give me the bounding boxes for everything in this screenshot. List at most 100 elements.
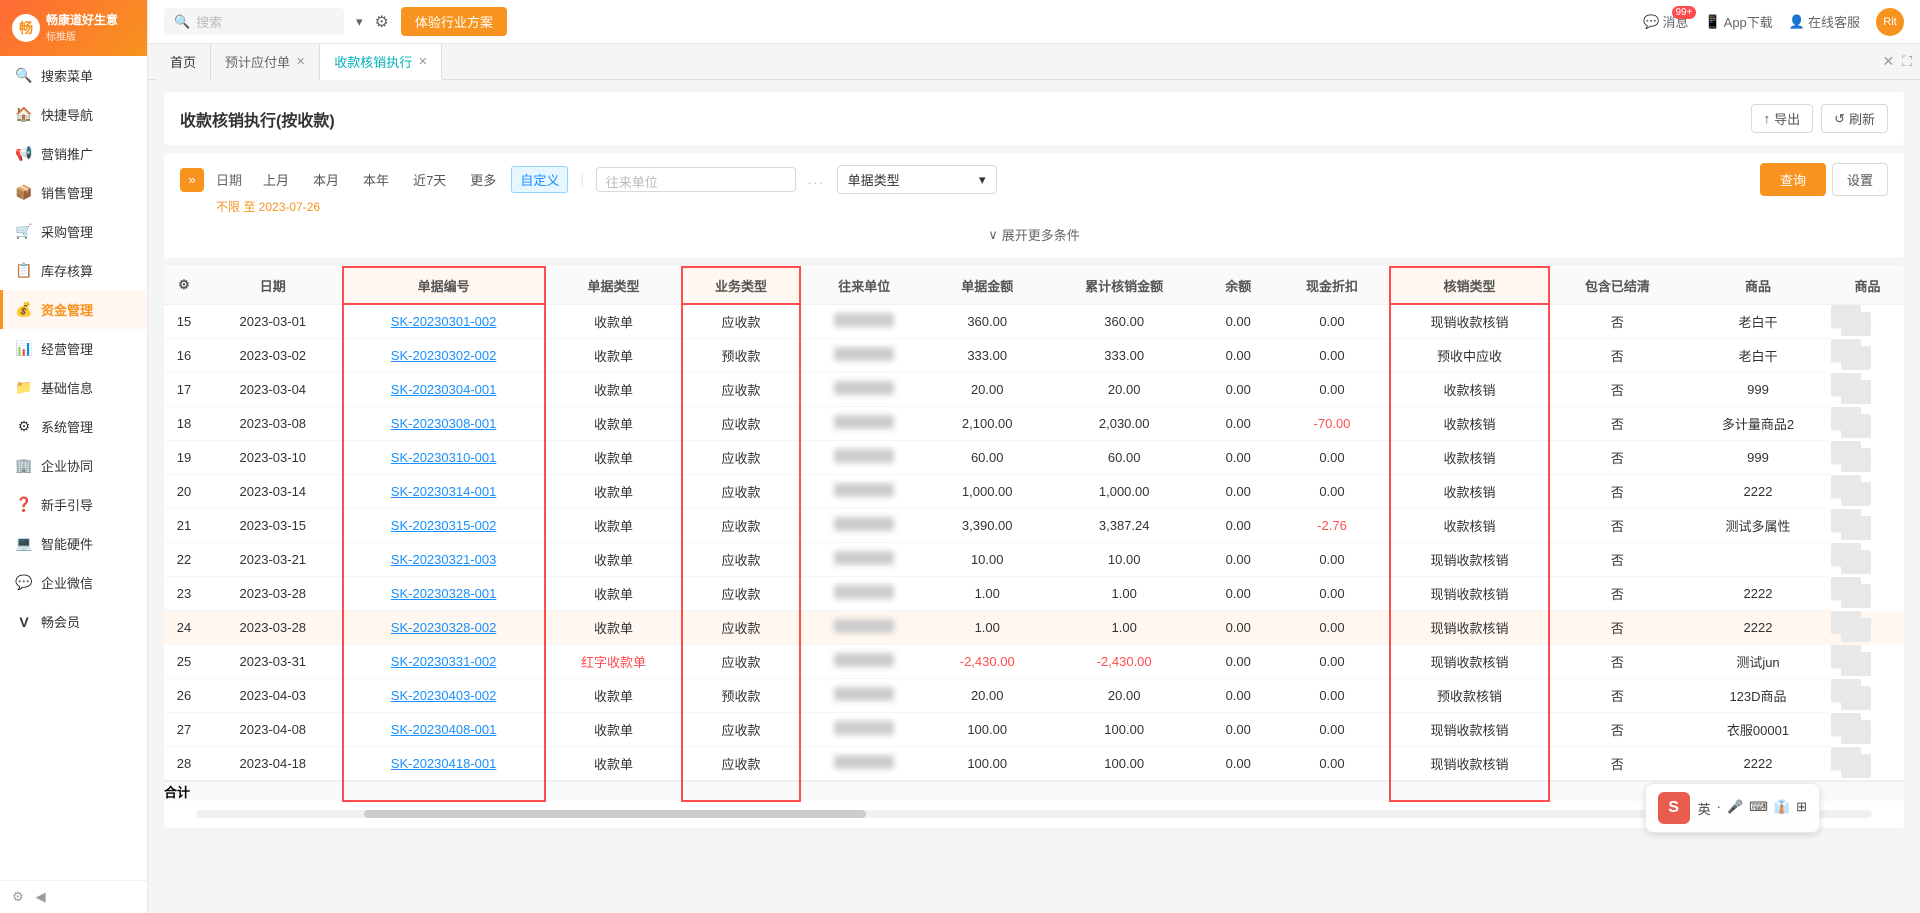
col-balance[interactable]: 余额	[1202, 267, 1275, 304]
table-row[interactable]: 202023-03-14SK-20230314-001收款单应收款1,000.0…	[164, 475, 1904, 509]
horizontal-scrollbar[interactable]	[196, 810, 1872, 818]
table-row[interactable]: 242023-03-28SK-20230328-002收款单应收款1.001.0…	[164, 611, 1904, 645]
col-include-settled[interactable]: 包含已结清	[1549, 267, 1685, 304]
cell-doc-no[interactable]: SK-20230408-001	[343, 713, 545, 747]
cell-doc-no[interactable]: SK-20230403-002	[343, 679, 545, 713]
sidebar-item-marketing[interactable]: 📢 营销推广	[0, 134, 147, 173]
col-biz-type[interactable]: 业务类型	[682, 267, 799, 304]
sidebar-item-quick[interactable]: 🏠 快捷导航	[0, 95, 147, 134]
sidebar-item-enterprise[interactable]: 🏢 企业协同	[0, 446, 147, 485]
table-row[interactable]: 232023-03-28SK-20230328-001收款单应收款1.001.0…	[164, 577, 1904, 611]
sidebar-item-guide[interactable]: ❓ 新手引导	[0, 485, 147, 524]
doc-no-link[interactable]: SK-20230310-001	[391, 450, 497, 465]
cell-doc-no[interactable]: SK-20230304-001	[343, 373, 545, 407]
sidebar-item-sales[interactable]: 📦 销售管理	[0, 173, 147, 212]
expand-conditions[interactable]: ∨ 展开更多条件	[180, 221, 1888, 248]
table-row[interactable]: 212023-03-15SK-20230315-002收款单应收款3,390.0…	[164, 509, 1904, 543]
cell-doc-no[interactable]: SK-20230310-001	[343, 441, 545, 475]
online-service-btn[interactable]: 👤 在线客服	[1789, 12, 1860, 31]
table-row[interactable]: 272023-04-08SK-20230408-001收款单应收款100.001…	[164, 713, 1904, 747]
sidebar-item-member[interactable]: V 畅会员	[0, 602, 147, 641]
col-date[interactable]: 日期	[204, 267, 343, 304]
table-row[interactable]: 182023-03-08SK-20230308-001收款单应收款2,100.0…	[164, 407, 1904, 441]
col-gear[interactable]: ⚙	[164, 267, 204, 304]
topbar-dropdown[interactable]: ▾	[356, 14, 363, 30]
cell-doc-no[interactable]: SK-20230328-002	[343, 611, 545, 645]
doc-no-link[interactable]: SK-20230314-001	[391, 484, 497, 499]
col-verify-type[interactable]: 核销类型	[1390, 267, 1548, 304]
cell-doc-no[interactable]: SK-20230331-002	[343, 645, 545, 679]
doc-no-link[interactable]: SK-20230315-002	[391, 518, 497, 533]
sidebar-item-hardware[interactable]: 💻 智能硬件	[0, 524, 147, 563]
sidebar-item-operations[interactable]: 📊 经营管理	[0, 329, 147, 368]
col-doc-no[interactable]: 单据编号	[343, 267, 545, 304]
doc-no-link[interactable]: SK-20230321-003	[391, 552, 497, 567]
doc-no-link[interactable]: SK-20230302-002	[391, 348, 497, 363]
table-row[interactable]: 152023-03-01SK-20230301-002收款单应收款360.003…	[164, 304, 1904, 339]
gear-icon[interactable]: ⚙	[375, 12, 389, 32]
table-row[interactable]: 172023-03-04SK-20230304-001收款单应收款20.0020…	[164, 373, 1904, 407]
date-this-year[interactable]: 本年	[354, 166, 398, 193]
cell-doc-no[interactable]: SK-20230314-001	[343, 475, 545, 509]
table-row[interactable]: 222023-03-21SK-20230321-003收款单应收款10.0010…	[164, 543, 1904, 577]
sidebar-item-wechat[interactable]: 💬 企业微信	[0, 563, 147, 602]
col-verified[interactable]: 累计核销金额	[1047, 267, 1202, 304]
export-btn[interactable]: ↑ 导出	[1751, 104, 1814, 133]
sidebar-item-basic[interactable]: 📁 基础信息	[0, 368, 147, 407]
cell-doc-no[interactable]: SK-20230418-001	[343, 747, 545, 782]
col-goods2[interactable]: 商品	[1831, 267, 1904, 304]
sidebar-item-system[interactable]: ⚙ 系统管理	[0, 407, 147, 446]
sidebar-item-finance[interactable]: 💰 资金管理	[0, 290, 147, 329]
cell-doc-no[interactable]: SK-20230301-002	[343, 304, 545, 339]
date-7days[interactable]: 近7天	[404, 166, 455, 193]
sidebar-item-purchase[interactable]: 🛒 采购管理	[0, 212, 147, 251]
sidebar-item-search[interactable]: 🔍 搜索菜单	[0, 56, 147, 95]
doc-no-link[interactable]: SK-20230304-001	[391, 382, 497, 397]
col-doc-type[interactable]: 单据类型	[545, 267, 683, 304]
cell-doc-no[interactable]: SK-20230308-001	[343, 407, 545, 441]
doc-no-link[interactable]: SK-20230328-001	[391, 586, 497, 601]
doc-no-link[interactable]: SK-20230328-002	[391, 620, 497, 635]
doc-no-link[interactable]: SK-20230418-001	[391, 756, 497, 771]
filter-settings-btn[interactable]: 设置	[1832, 163, 1888, 196]
doc-no-link[interactable]: SK-20230301-002	[391, 314, 497, 329]
type-select[interactable]: 单据类型 ▾	[837, 165, 997, 194]
filter-toggle[interactable]: »	[180, 168, 204, 192]
table-row[interactable]: 162023-03-02SK-20230302-002收款单预收款333.003…	[164, 339, 1904, 373]
date-this-month[interactable]: 本月	[304, 166, 348, 193]
settings-icon[interactable]: ⚙	[12, 889, 24, 905]
notification-btn[interactable]: 💬 消息 99+	[1643, 12, 1688, 31]
tab-expand[interactable]: ⛶	[1902, 53, 1912, 70]
table-row[interactable]: 282023-04-18SK-20230418-001收款单应收款100.001…	[164, 747, 1904, 782]
doc-no-link[interactable]: SK-20230408-001	[391, 722, 497, 737]
table-row[interactable]: 262023-04-03SK-20230403-002收款单预收款20.0020…	[164, 679, 1904, 713]
topbar-search[interactable]: 🔍 搜索	[164, 8, 344, 35]
payable-tab-close[interactable]: ✕	[296, 55, 305, 68]
col-goods[interactable]: 商品	[1685, 267, 1831, 304]
table-row[interactable]: 252023-03-31SK-20230331-002红字收款单应收款-2,43…	[164, 645, 1904, 679]
date-custom[interactable]: 自定义	[511, 166, 568, 193]
col-unit[interactable]: 往来单位	[800, 267, 928, 304]
cell-doc-no[interactable]: SK-20230302-002	[343, 339, 545, 373]
collapse-icon[interactable]: ◀	[36, 889, 46, 905]
query-btn[interactable]: 查询	[1760, 163, 1826, 196]
doc-no-link[interactable]: SK-20230403-002	[391, 688, 497, 703]
collection-tab-close[interactable]: ✕	[418, 55, 427, 68]
cell-doc-no[interactable]: SK-20230315-002	[343, 509, 545, 543]
col-discount[interactable]: 现金折扣	[1275, 267, 1391, 304]
refresh-btn[interactable]: ↺ 刷新	[1821, 104, 1888, 133]
cell-doc-no[interactable]: SK-20230328-001	[343, 577, 545, 611]
tab-collection[interactable]: 收款核销执行 ✕	[320, 44, 442, 80]
tab-close-all[interactable]: ✕	[1882, 53, 1894, 70]
table-row[interactable]: 192023-03-10SK-20230310-001收款单应收款60.0060…	[164, 441, 1904, 475]
sidebar-item-inventory[interactable]: 📋 库存核算	[0, 251, 147, 290]
tab-payable[interactable]: 预计应付单 ✕	[211, 44, 320, 80]
industry-btn[interactable]: 体验行业方案	[401, 7, 507, 36]
doc-no-link[interactable]: SK-20230331-002	[391, 654, 497, 669]
tab-home[interactable]: 首页	[156, 44, 211, 80]
col-amount[interactable]: 单据金额	[928, 267, 1047, 304]
date-last-month[interactable]: 上月	[254, 166, 298, 193]
scrollbar-thumb[interactable]	[364, 810, 867, 818]
doc-no-link[interactable]: SK-20230308-001	[391, 416, 497, 431]
app-download-btn[interactable]: 📱 App下载	[1704, 12, 1772, 31]
